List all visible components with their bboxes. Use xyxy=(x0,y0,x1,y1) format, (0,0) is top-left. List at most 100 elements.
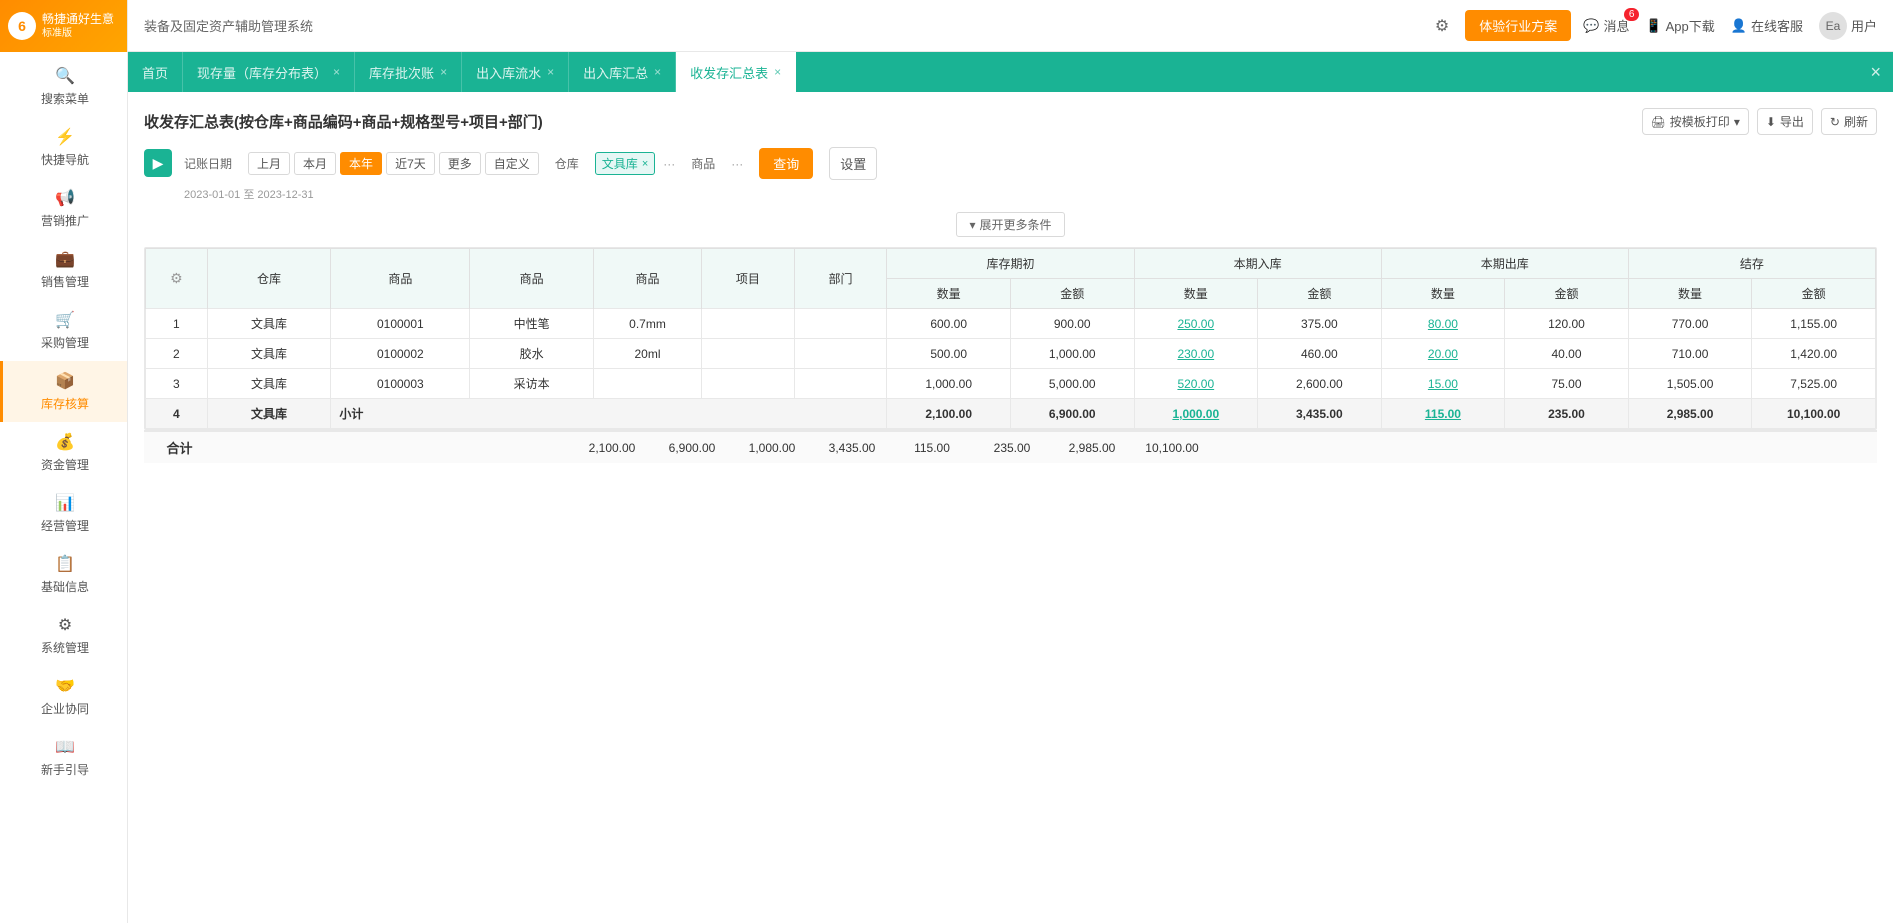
refresh-btn[interactable]: ↻ 刷新 xyxy=(1821,108,1877,135)
filter-area: ▶ 记账日期 上月本月本年近7天更多自定义 仓库 文具库 × xyxy=(144,147,1877,202)
sidebar-icon: 💼 xyxy=(55,249,75,269)
online-service-btn[interactable]: 👤 在线客服 xyxy=(1731,16,1803,35)
tab-close-icon[interactable]: × xyxy=(440,65,447,79)
app-download-label: App下载 xyxy=(1666,16,1715,35)
app-download-btn[interactable]: 📱 App下载 xyxy=(1645,16,1714,35)
col-spec-header: 商品 xyxy=(593,249,701,309)
subtotal-out-qty[interactable]: 115.00 xyxy=(1381,399,1505,429)
row-in-qty[interactable]: 250.00 xyxy=(1134,309,1258,339)
subtotal-in-amt: 3,435.00 xyxy=(1258,399,1382,429)
print-btn[interactable]: 🖨 按模板打印 ▾ xyxy=(1642,108,1749,135)
row-code: 0100003 xyxy=(331,369,470,399)
table-row: 1 文具库 0100001 中性笔 0.7mm 600.00 900.00 25… xyxy=(146,309,1876,339)
export-btn[interactable]: ⬇ 导出 xyxy=(1757,108,1813,135)
tab-label: 库存批次账 xyxy=(369,63,434,82)
date-btn-自定义[interactable]: 自定义 xyxy=(485,152,539,175)
system-title: 装备及固定资产辅助管理系统 xyxy=(144,16,1423,35)
warehouse-tag-close[interactable]: × xyxy=(642,158,648,170)
row-warehouse: 文具库 xyxy=(207,339,331,369)
date-filter-label: 记账日期 xyxy=(184,155,232,172)
tab-close-icon[interactable]: × xyxy=(333,65,340,79)
row-dept xyxy=(794,339,887,369)
tab-close-icon[interactable]: × xyxy=(654,65,661,79)
sidebar-item-系统管理[interactable]: ⚙系统管理 xyxy=(0,605,127,666)
avatar: Ea xyxy=(1819,12,1847,40)
row-code: 0100001 xyxy=(331,309,470,339)
sidebar-item-采购管理[interactable]: 🛒采购管理 xyxy=(0,300,127,361)
settings-icon[interactable]: ⚙ xyxy=(1435,16,1449,36)
row-out-amt: 120.00 xyxy=(1505,309,1629,339)
warehouse-more-btn[interactable]: ··· xyxy=(663,157,675,171)
row-goods: 胶水 xyxy=(470,339,594,369)
sidebar-item-库存核算[interactable]: 📦库存核算 xyxy=(0,361,127,422)
subtotal-row: 4 文具库 小计 2,100.00 6,900.00 1,000.00 3,43… xyxy=(146,399,1876,429)
expand-btn[interactable]: ▾ 展开更多条件 xyxy=(956,212,1064,237)
date-btn-更多[interactable]: 更多 xyxy=(439,152,481,175)
sidebar-item-企业协同[interactable]: 🤝企业协同 xyxy=(0,666,127,727)
table-settings-icon[interactable]: ⚙ xyxy=(170,270,183,286)
settings-btn[interactable]: 设置 xyxy=(829,147,877,180)
sidebar-item-新手引导[interactable]: 📖新手引导 xyxy=(0,727,127,788)
goods-more-btn[interactable]: ··· xyxy=(731,157,743,171)
query-btn[interactable]: 查询 xyxy=(759,148,813,179)
row-out-qty[interactable]: 15.00 xyxy=(1381,369,1505,399)
tab-出入库汇总[interactable]: 出入库汇总× xyxy=(569,52,676,92)
sidebar-logo: 6 畅捷通好生意 标准版 xyxy=(0,0,127,52)
tab-现存量（库存分布表）[interactable]: 现存量（库存分布表） × xyxy=(183,52,355,92)
warehouse-tag-text: 文具库 xyxy=(602,155,638,172)
logo-text: 畅捷通好生意 标准版 xyxy=(42,12,114,41)
date-range: 2023-01-01 至 2023-12-31 xyxy=(184,186,1877,202)
row-out-qty[interactable]: 80.00 xyxy=(1381,309,1505,339)
tab-label: 收发存汇总表 xyxy=(690,63,768,82)
filter-toggle-btn[interactable]: ▶ xyxy=(144,149,172,177)
subtotal-in-qty[interactable]: 1,000.00 xyxy=(1134,399,1258,429)
row-dept xyxy=(794,309,887,339)
row-in-qty[interactable]: 230.00 xyxy=(1134,339,1258,369)
message-btn[interactable]: 💬 消息 6 xyxy=(1583,16,1629,35)
message-badge: 6 xyxy=(1624,8,1640,21)
sidebar-item-label: 经营管理 xyxy=(41,517,89,534)
sidebar-item-资金管理[interactable]: 💰资金管理 xyxy=(0,422,127,483)
subtotal-no: 4 xyxy=(146,399,208,429)
total-balance-amt: 10,100.00 xyxy=(1132,441,1212,455)
sidebar-item-基础信息[interactable]: 📋基础信息 xyxy=(0,544,127,605)
col-warehouse-header: 仓库 xyxy=(207,249,331,309)
sidebar-item-营销推广[interactable]: 📢营销推广 xyxy=(0,178,127,239)
table-row: 2 文具库 0100002 胶水 20ml 500.00 1,000.00 23… xyxy=(146,339,1876,369)
user-btn[interactable]: Ea 用户 xyxy=(1819,12,1877,40)
tabbar-close-btn[interactable]: × xyxy=(1858,62,1893,83)
logo-icon: 6 xyxy=(8,12,36,40)
tab-出入库流水[interactable]: 出入库流水× xyxy=(462,52,569,92)
tab-close-icon[interactable]: × xyxy=(547,65,554,79)
sidebar-icon: 🔍 xyxy=(55,66,75,86)
tab-close-icon[interactable]: × xyxy=(774,65,781,79)
sidebar-item-销售管理[interactable]: 💼 销售管理 xyxy=(0,239,127,300)
sidebar-item-label: 销售管理 xyxy=(41,273,89,290)
row-no: 3 xyxy=(146,369,208,399)
row-no: 2 xyxy=(146,339,208,369)
col-balance-header: 结存 xyxy=(1628,249,1875,279)
sidebar-item-搜索菜单[interactable]: 🔍搜索菜单 xyxy=(0,56,127,117)
col-opening-amt-header: 金额 xyxy=(1010,279,1134,309)
date-btn-上月[interactable]: 上月 xyxy=(248,152,290,175)
expand-row: ▾ 展开更多条件 xyxy=(144,212,1877,237)
tab-label: 现存量（库存分布表） xyxy=(197,63,327,82)
sidebar-icon: 🛒 xyxy=(55,310,75,330)
online-service-label: 在线客服 xyxy=(1751,16,1803,35)
col-in-amt-header: 金额 xyxy=(1258,279,1382,309)
sidebar-item-快捷导航[interactable]: ⚡快捷导航 xyxy=(0,117,127,178)
date-btn-本年[interactable]: 本年 xyxy=(340,152,382,175)
row-in-qty[interactable]: 520.00 xyxy=(1134,369,1258,399)
tab-首页[interactable]: 首页 xyxy=(128,52,183,92)
sidebar-item-经营管理[interactable]: 📊经营管理 xyxy=(0,483,127,544)
date-btn-近7天[interactable]: 近7天 xyxy=(386,152,435,175)
col-dept-header: 部门 xyxy=(794,249,887,309)
total-balance-qty: 2,985.00 xyxy=(1052,441,1132,455)
date-btn-本月[interactable]: 本月 xyxy=(294,152,336,175)
demo-btn[interactable]: 体验行业方案 xyxy=(1465,10,1571,41)
footer-cells: 2,100.00 6,900.00 1,000.00 3,435.00 115.… xyxy=(572,441,1869,455)
row-out-qty[interactable]: 20.00 xyxy=(1381,339,1505,369)
total-opening-qty: 2,100.00 xyxy=(572,441,652,455)
tab-收发存汇总表[interactable]: 收发存汇总表 × xyxy=(676,52,796,92)
tab-库存批次账[interactable]: 库存批次账 × xyxy=(355,52,462,92)
